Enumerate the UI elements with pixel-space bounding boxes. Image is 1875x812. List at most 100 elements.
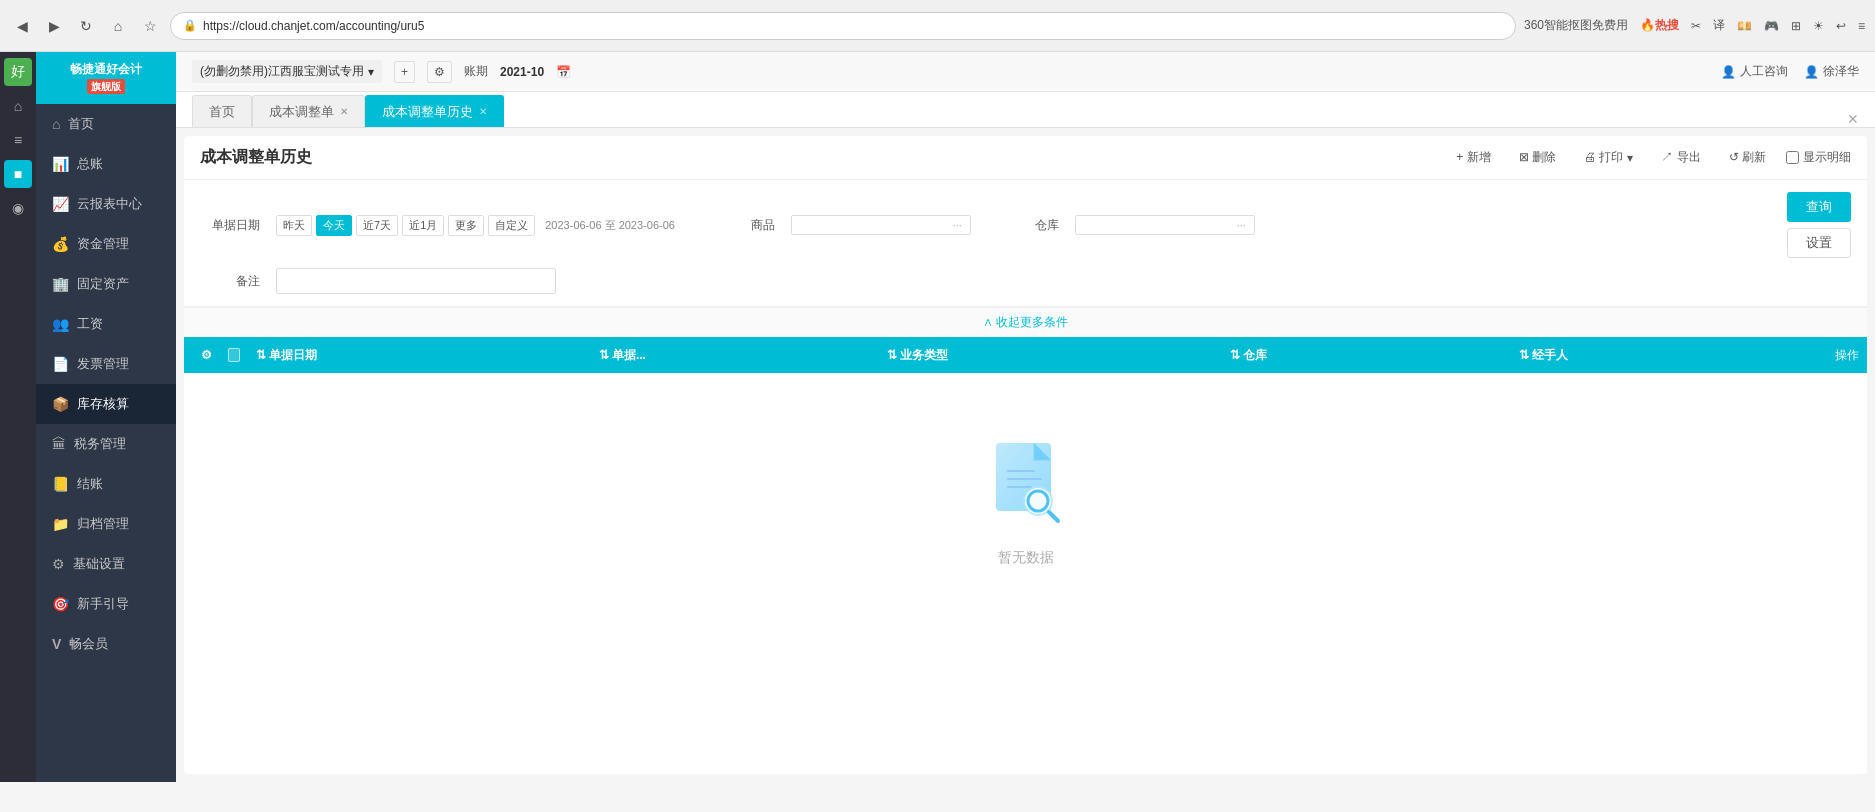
sidebar: 畅捷通好会计 旗舰版 ⌂ 首页 📊 总账 📈 云报表中心 💰 资金管理 🏢: [36, 52, 176, 782]
th-settings-icon: ⚙: [201, 348, 212, 362]
sidebar-label-member: 畅会员: [69, 635, 108, 653]
delete-button[interactable]: ⊠ 删除: [1511, 145, 1564, 170]
btn-1month[interactable]: 近1月: [402, 215, 444, 236]
warehouse-selector[interactable]: ···: [1075, 215, 1255, 235]
sidebar-item-inventory[interactable]: 📦 库存核算: [36, 384, 176, 424]
select-all-checkbox[interactable]: [228, 348, 240, 362]
icon-bar-active[interactable]: ■: [4, 160, 32, 188]
btn-today[interactable]: 今天: [316, 215, 352, 236]
icon-bar: 好 ⌂ ≡ ■ ◉: [0, 52, 36, 782]
consult-link[interactable]: 👤 人工咨询: [1721, 63, 1788, 80]
address-bar[interactable]: 🔒 https://cloud.chanjet.com/accounting/u…: [170, 12, 1516, 40]
main-content: (勿删勿禁用)江西服宝测试专用 ▾ + ⚙ 账期 2021-10 📅 👤 人工咨…: [176, 52, 1875, 782]
sidebar-item-invoice[interactable]: 📄 发票管理: [36, 344, 176, 384]
forward-button[interactable]: ▶: [42, 14, 66, 38]
period-label: 账期: [464, 63, 488, 80]
sidebar-item-reports[interactable]: 📈 云报表中心: [36, 184, 176, 224]
new-button[interactable]: + 新增: [1448, 145, 1498, 170]
btn-7days[interactable]: 近7天: [356, 215, 398, 236]
tab-cost-adjust-close[interactable]: ✕: [340, 106, 348, 117]
sidebar-label-closing: 结账: [77, 475, 103, 493]
invoice-icon: 📄: [52, 356, 69, 372]
icon-bar-home[interactable]: ⌂: [4, 92, 32, 120]
th-settings[interactable]: ⚙: [192, 348, 220, 362]
collapse-bar[interactable]: ∧ 收起更多条件: [184, 307, 1867, 337]
browser-tools: 360智能抠图免费用 🔥热搜 ✂ 译 💴 🎮 ⊞ ☀ ↩ ≡: [1524, 17, 1865, 34]
warehouse-filter-label: 仓库: [999, 217, 1059, 234]
collapse-label: ∧ 收起更多条件: [983, 315, 1068, 329]
company-dropdown-icon: ▾: [368, 65, 374, 79]
tab-cost-adjust-label: 成本调整单: [269, 103, 334, 121]
close-all-icon[interactable]: ✕: [1847, 111, 1859, 127]
hot-search: 🔥热搜: [1640, 17, 1679, 34]
btn-more[interactable]: 更多: [448, 215, 484, 236]
filter-dates: 昨天 今天 近7天 近1月 更多 自定义 2023-06-06 至 2023-0…: [276, 215, 675, 236]
th-date[interactable]: ⇅ 单据日期: [248, 347, 591, 364]
payroll-icon: 👥: [52, 316, 69, 332]
ledger-icon: 📊: [52, 156, 69, 172]
sidebar-label-guide: 新手引导: [77, 595, 129, 613]
print-button[interactable]: 🖨 打印 ▾: [1576, 145, 1641, 170]
show-cols-toggle[interactable]: 显示明细: [1786, 149, 1851, 166]
sidebar-item-funds[interactable]: 💰 资金管理: [36, 224, 176, 264]
sidebar-item-home[interactable]: ⌂ 首页: [36, 104, 176, 144]
company-selector[interactable]: (勿删勿禁用)江西服宝测试专用 ▾: [192, 60, 382, 83]
star-button[interactable]: ☆: [138, 14, 162, 38]
goods-selector[interactable]: ···: [791, 215, 971, 235]
th-type[interactable]: ⇅ 业务类型: [879, 347, 1222, 364]
sidebar-item-tax[interactable]: 🏛 税务管理: [36, 424, 176, 464]
export-button[interactable]: ↗ 导出: [1653, 145, 1708, 170]
btn-custom[interactable]: 自定义: [488, 215, 535, 236]
consult-label: 人工咨询: [1740, 63, 1788, 80]
show-cols-checkbox[interactable]: [1786, 151, 1799, 164]
date-quick-btns: 昨天 今天 近7天 近1月 更多 自定义: [276, 215, 535, 236]
sidebar-label-reports: 云报表中心: [77, 195, 142, 213]
back-button[interactable]: ◀: [10, 14, 34, 38]
tab-cost-adjust[interactable]: 成本调整单 ✕: [252, 95, 365, 127]
sidebar-item-settings[interactable]: ⚙ 基础设置: [36, 544, 176, 584]
th-operator-label: 经手人: [1532, 347, 1568, 364]
brightness-icon: ☀: [1813, 19, 1824, 33]
icon-bar-extra1[interactable]: ◉: [4, 194, 32, 222]
th-operator[interactable]: ⇅ 经手人: [1511, 347, 1799, 364]
calendar-icon[interactable]: 📅: [556, 65, 571, 79]
filter-row-remark: 备注: [200, 268, 1851, 294]
browser-bar: ◀ ▶ ↻ ⌂ ☆ 🔒 https://cloud.chanjet.com/ac…: [0, 0, 1875, 52]
th-check[interactable]: [220, 348, 248, 362]
sidebar-item-closing[interactable]: 📒 结账: [36, 464, 176, 504]
reports-icon: 📈: [52, 196, 69, 212]
sidebar-item-fixed-assets[interactable]: 🏢 固定资产: [36, 264, 176, 304]
refresh-button[interactable]: ↺ 刷新: [1721, 145, 1774, 170]
remark-input[interactable]: [276, 268, 556, 294]
tab-cost-adjust-history[interactable]: 成本调整单历史 ✕: [365, 95, 504, 127]
content-toolbar: 成本调整单历史 + 新增 ⊠ 删除 🖨 打印 ▾ ↗ 导出: [184, 136, 1867, 180]
sidebar-item-member[interactable]: V 畅会员: [36, 624, 176, 664]
filter-row-date: 单据日期 昨天 今天 近7天 近1月 更多 自定义 2023-06-06 至 2…: [200, 192, 1851, 258]
add-company-button[interactable]: +: [394, 61, 415, 83]
logo-edition: 旗舰版: [87, 79, 125, 94]
print-label: 🖨 打印: [1584, 149, 1623, 166]
closing-icon: 📒: [52, 476, 69, 492]
refresh-button[interactable]: ↻: [74, 14, 98, 38]
sidebar-item-general-ledger[interactable]: 📊 总账: [36, 144, 176, 184]
th-warehouse[interactable]: ⇅ 仓库: [1222, 347, 1510, 364]
sidebar-item-guide[interactable]: 🎯 新手引导: [36, 584, 176, 624]
sidebar-item-payroll[interactable]: 👥 工资: [36, 304, 176, 344]
user-info[interactable]: 👤 徐泽华: [1804, 63, 1859, 80]
goods-filter-label: 商品: [715, 217, 775, 234]
filter-settings-button[interactable]: 设置: [1787, 228, 1851, 258]
icon-bar-ledger[interactable]: ≡: [4, 126, 32, 154]
header-settings-button[interactable]: ⚙: [427, 61, 452, 83]
sidebar-label-invoice: 发票管理: [77, 355, 129, 373]
btn-yesterday[interactable]: 昨天: [276, 215, 312, 236]
fixed-assets-icon: 🏢: [52, 276, 69, 292]
query-button[interactable]: 查询: [1787, 192, 1851, 222]
home-button[interactable]: ⌂: [106, 14, 130, 38]
th-num[interactable]: ⇅ 单据...: [591, 347, 879, 364]
sidebar-item-archive[interactable]: 📁 归档管理: [36, 504, 176, 544]
tab-cost-adjust-history-label: 成本调整单历史: [382, 103, 473, 121]
archive-icon: 📁: [52, 516, 69, 532]
tab-cost-adjust-history-close[interactable]: ✕: [479, 106, 487, 117]
empty-text: 暂无数据: [998, 549, 1054, 567]
tab-home[interactable]: 首页: [192, 95, 252, 127]
